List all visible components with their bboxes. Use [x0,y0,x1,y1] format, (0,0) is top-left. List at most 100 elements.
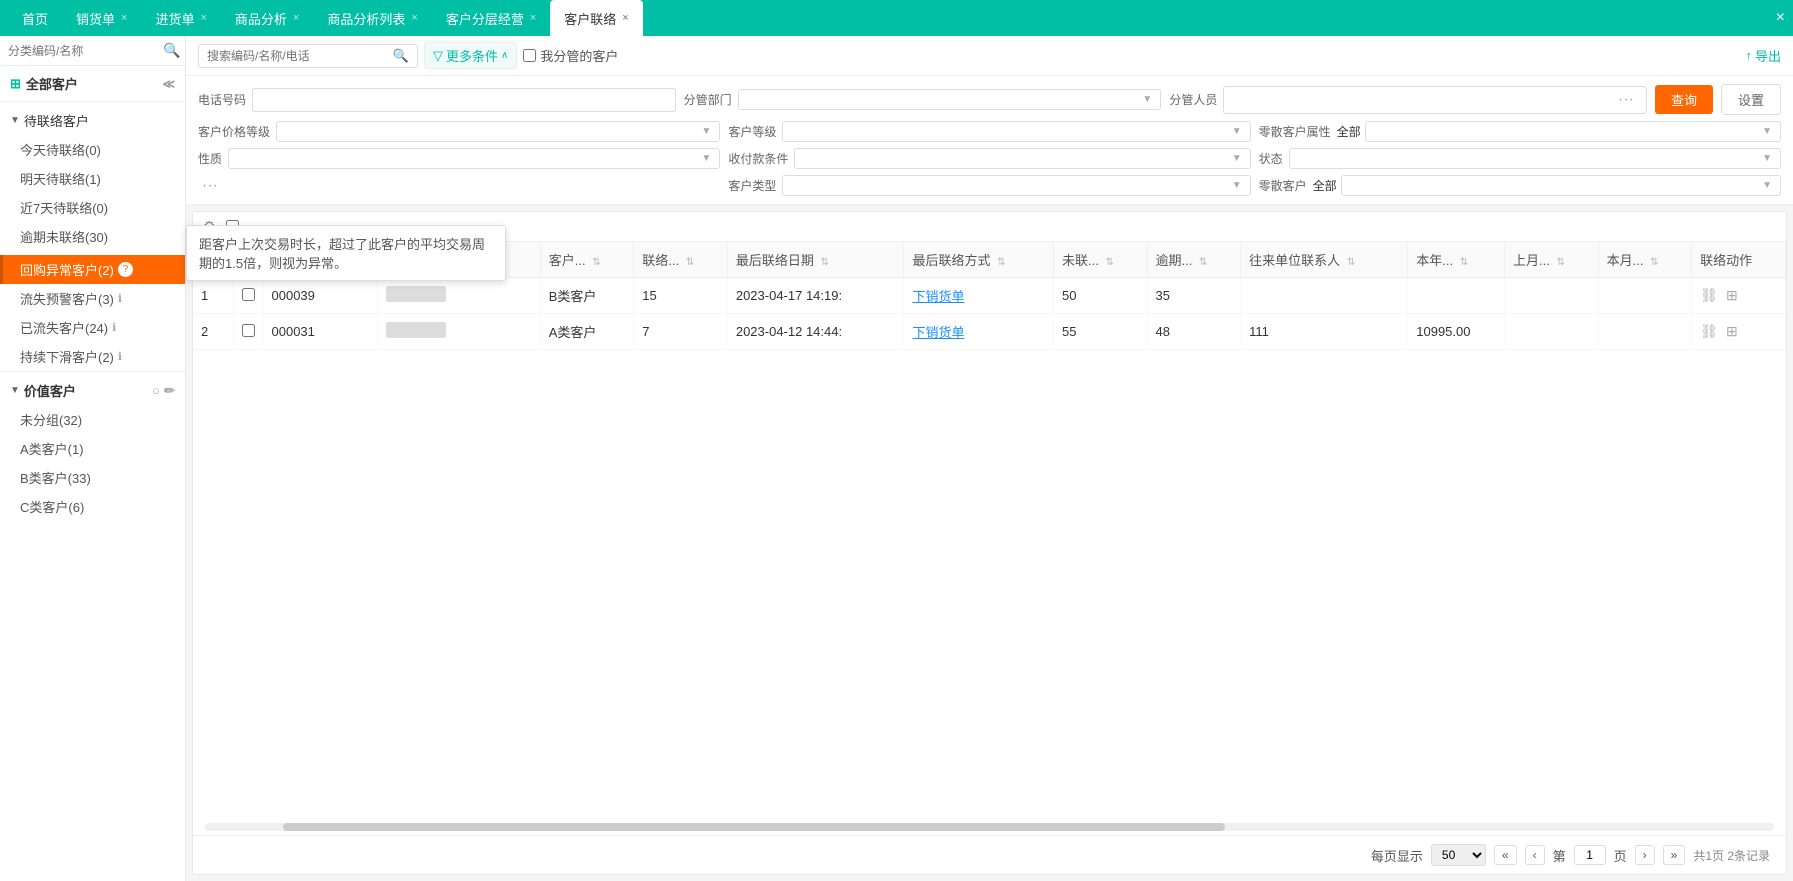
sidebar-item-churn-warning[interactable]: 流失预警客户(3) ℹ [0,284,185,313]
action-grid-icon[interactable]: ⊞ [1726,287,1738,304]
row-checkbox[interactable] [242,324,255,337]
status-select[interactable]: ▼ [1289,148,1781,169]
table-scroll-wrap[interactable]: 客户编码 ⇅ 客户名称 ⇅ 客户... ⇅ [193,242,1786,819]
horizontal-scrollbar-track[interactable] [205,823,1774,831]
col-overdue-sort-icon[interactable]: ⇅ [1199,257,1207,268]
sidebar-item-ungrouped[interactable]: 未分组(32) [0,405,185,434]
cell-last-month [1505,314,1599,350]
search-input-wrap: 🔍 [198,44,418,68]
value-group-title[interactable]: ▼ 价值客户 ○ ✏ [0,376,185,405]
pay-term-select[interactable]: ▼ [794,148,1250,169]
cell-uncontacted: 55 [1053,314,1147,350]
close-analysis-icon[interactable]: × [293,12,299,24]
sidebar-item-7days[interactable]: 近7天待联络(0) [0,193,185,222]
sidebar-item-tomorrow[interactable]: 明天待联络(1) [0,164,185,193]
export-button[interactable]: ↑ 导出 [1745,46,1781,65]
content-area: 🔍 ▽ 更多条件 ∧ 我分管的客户 ↑ 导出 电话号码 [186,36,1793,881]
pending-group-title[interactable]: ▼ 待联络客户 [0,106,185,135]
my-customer-checkbox[interactable] [523,49,536,62]
sidebar-search-icon[interactable]: 🔍 [163,42,180,59]
nav-item-purchase[interactable]: 进货单 × [141,0,220,36]
cell-name [377,278,540,314]
abnormal-info-icon[interactable]: ? [118,262,133,277]
customer-grade-select[interactable]: ▼ [782,121,1250,142]
window-close-button[interactable]: × [1776,9,1785,27]
first-page-button[interactable]: « [1494,845,1517,865]
col-last-date-sort-icon[interactable]: ⇅ [820,257,828,268]
col-uncontacted-sort-icon[interactable]: ⇅ [1105,257,1113,268]
cell-last-month [1505,278,1599,314]
col-this-year: 本年... ⇅ [1408,242,1505,278]
action-link-icon[interactable]: ⛓ [1700,323,1718,340]
sidebar-item-a-class[interactable]: A类客户(1) [0,434,185,463]
circle-icon[interactable]: ○ [152,383,160,399]
person-select[interactable]: ··· [1223,86,1647,114]
edit-icon[interactable]: ✏ [164,383,175,399]
sidebar-item-declining[interactable]: 持续下滑客户(2) ℹ [0,342,185,371]
col-action: 联络动作 [1692,242,1786,278]
row-checkbox[interactable] [242,288,255,301]
page-size-select[interactable]: 50 100 [1431,844,1486,866]
phone-input[interactable] [252,88,676,112]
query-button[interactable]: 查询 [1655,85,1713,114]
cell-this-year [1408,278,1505,314]
sidebar-search-input[interactable] [8,44,163,58]
action-grid-icon[interactable]: ⊞ [1726,323,1738,340]
sidebar-item-c-class[interactable]: C类客户(6) [0,492,185,521]
cell-this-month [1598,278,1692,314]
setting-button[interactable]: 设置 [1721,84,1781,115]
nav-item-customer-segment[interactable]: 客户分层经营 × [432,0,550,36]
search-input[interactable] [207,49,393,63]
col-last-method-sort-icon[interactable]: ⇅ [997,257,1005,268]
churn-warning-info-icon[interactable]: ℹ [118,292,122,305]
close-contact-icon[interactable]: × [622,12,628,24]
col-last-date: 最后联络日期 ⇅ [727,242,904,278]
cell-name [377,314,540,350]
more-dots-icon[interactable]: ··· [198,177,222,195]
sidebar-item-overdue[interactable]: 逾期未联络(30) [0,222,185,251]
more-conditions-button[interactable]: ▽ 更多条件 ∧ [424,42,517,69]
nav-item-customer-contact[interactable]: 客户联络 × [550,0,642,36]
col-this-year-sort-icon[interactable]: ⇅ [1460,257,1468,268]
nav-item-analysis[interactable]: 商品分析 × [221,0,313,36]
sidebar-item-churned[interactable]: 已流失客户(24) ℹ [0,313,185,342]
status-filter: 状态 ▼ [1259,148,1781,169]
nav-item-analysis-list[interactable]: 商品分析列表 × [313,0,431,36]
last-method-link[interactable]: 下销货单 [912,325,964,340]
price-grade-select[interactable]: ▼ [276,121,720,142]
col-type-sort-icon[interactable]: ⇅ [592,257,600,268]
cell-last-method: 下销货单 [904,278,1054,314]
declining-info-icon[interactable]: ℹ [118,350,122,363]
col-this-month-sort-icon[interactable]: ⇅ [1650,257,1658,268]
gender-select[interactable]: ▼ [228,148,720,169]
sidebar-item-abnormal[interactable]: 回购异常客户(2) ? [0,255,185,284]
close-segment-icon[interactable]: × [530,12,536,24]
dept-select[interactable]: ▼ [738,89,1162,110]
collapse-btn[interactable]: ≪ [162,77,175,91]
last-page-button[interactable]: » [1663,845,1686,865]
action-link-icon[interactable]: ⛓ [1700,287,1718,304]
last-method-link[interactable]: 下销货单 [912,289,964,304]
nav-item-sales[interactable]: 销货单 × [62,0,141,36]
col-type: 客户... ⇅ [540,242,634,278]
col-contact2-sort-icon[interactable]: ⇅ [1347,257,1355,268]
sidebar-item-today[interactable]: 今天待联络(0) [0,135,185,164]
page-number-input[interactable] [1574,845,1606,865]
close-purchase-icon[interactable]: × [200,12,206,24]
customer-type-select[interactable]: ▼ [782,175,1250,196]
next-page-button[interactable]: › [1635,845,1655,865]
close-sales-icon[interactable]: × [121,12,127,24]
search-icon[interactable]: 🔍 [393,48,409,64]
horizontal-scrollbar-thumb[interactable] [283,823,1224,831]
col-contact-count-sort-icon[interactable]: ⇅ [686,257,694,268]
person-dots-icon[interactable]: ··· [1614,91,1638,109]
retail-attr-select[interactable]: ▼ [1365,121,1781,142]
close-analysis-list-icon[interactable]: × [411,12,417,24]
prev-page-button[interactable]: ‹ [1525,845,1545,865]
sidebar-item-b-class[interactable]: B类客户(33) [0,463,185,492]
churned-info-icon[interactable]: ℹ [112,321,116,334]
retail-customer-select[interactable]: ▼ [1341,175,1781,196]
nav-item-home[interactable]: 首页 [8,0,62,36]
cell-type: B类客户 [540,278,634,314]
col-last-month-sort-icon[interactable]: ⇅ [1557,257,1565,268]
